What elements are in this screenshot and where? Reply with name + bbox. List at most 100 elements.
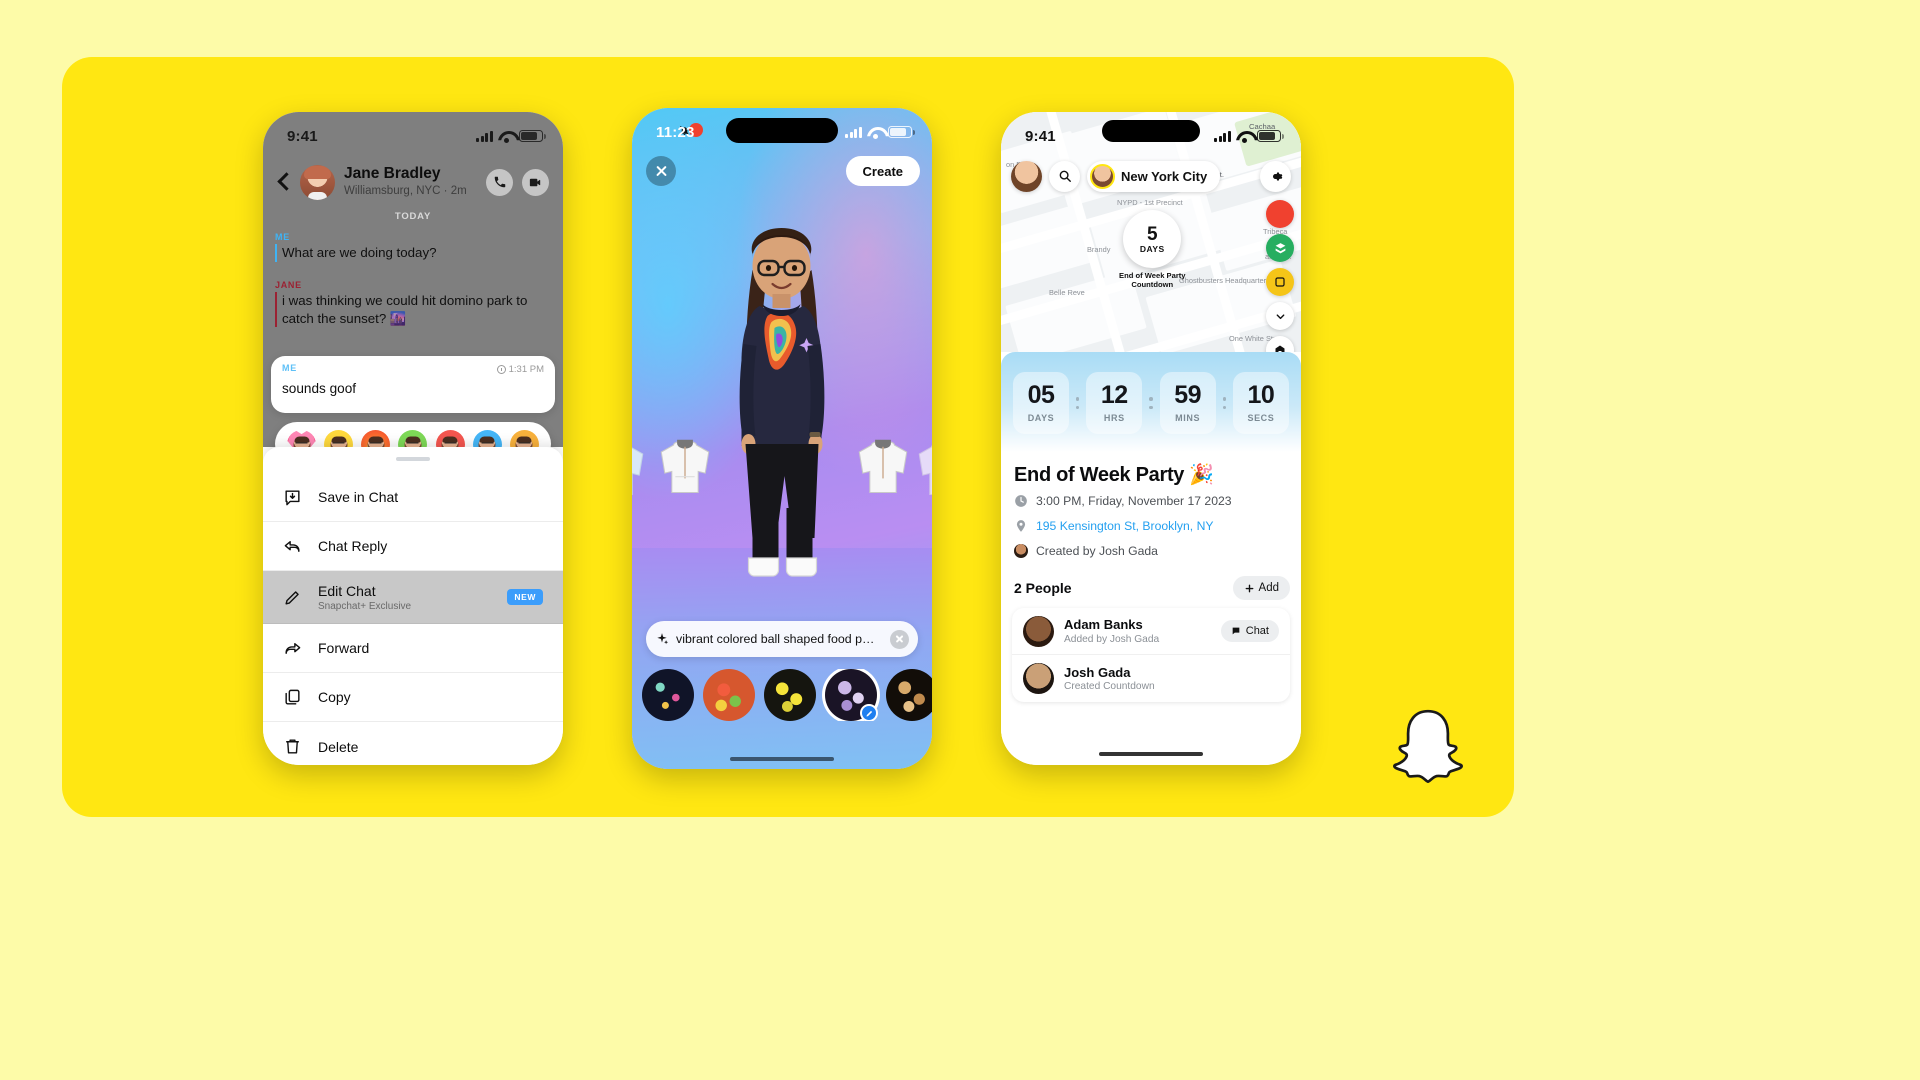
wifi-icon [867, 126, 883, 139]
map-explore-button[interactable] [1266, 268, 1294, 296]
message-sender: ME [275, 232, 290, 242]
map-layers-button[interactable] [1266, 234, 1294, 262]
hoodie-option-right[interactable] [852, 438, 914, 496]
chat-bubble-icon [1232, 627, 1240, 635]
countdown-unit: SECS [1247, 413, 1275, 423]
list-item[interactable]: Josh Gada Created Countdown [1012, 655, 1290, 702]
message-2: JANE i was thinking we could hit domino … [275, 280, 551, 328]
add-people-button[interactable]: Add [1232, 576, 1290, 600]
gear-icon[interactable] [1260, 160, 1291, 192]
profile-avatar-icon[interactable] [1011, 160, 1042, 192]
chat-contact-name: Jane Bradley [344, 165, 441, 183]
clear-icon[interactable] [890, 629, 909, 649]
chat-label: Chat [1245, 625, 1269, 637]
avatar [1023, 663, 1054, 694]
location-pin-button[interactable] [1266, 200, 1294, 228]
generated-thumb-4[interactable] [825, 669, 878, 721]
back-chevron-icon[interactable] [277, 171, 291, 193]
event-location[interactable]: 195 Kensington St, Brooklyn, NY [1036, 519, 1214, 533]
people-count: 2 People [1014, 580, 1072, 596]
forward-arrow-icon [285, 642, 301, 654]
countdown-map-marker[interactable]: 5 DAYS End of Week Party Countdown [1119, 210, 1186, 289]
wifi-icon [1236, 130, 1252, 143]
countdown-separator [1222, 397, 1227, 409]
close-icon[interactable] [646, 156, 676, 186]
thumbnail-row [642, 669, 932, 721]
menu-item-label: Copy [318, 689, 351, 705]
hoodie-option-offscreen-left[interactable] [632, 440, 650, 498]
menu-item-chat-reply[interactable]: Chat Reply [263, 522, 563, 571]
add-label: Add [1258, 582, 1279, 594]
signal-bars-icon [476, 130, 493, 142]
video-call-icon[interactable] [522, 168, 549, 196]
message-1: ME What are we doing today? [275, 232, 551, 262]
status-time: 9:41 [1025, 127, 1056, 145]
snapchat-ghost-logo [1393, 709, 1463, 784]
selected-message-card[interactable]: ME sounds goof 1:31 PM [271, 356, 555, 413]
status-time: 9:41 [287, 127, 318, 145]
countdown-value: 05 [1027, 381, 1055, 409]
pencil-icon [285, 590, 299, 605]
countdown-minutes: 59 MINS [1159, 372, 1216, 434]
generated-thumb-5[interactable] [886, 669, 932, 721]
menu-item-sublabel: Snapchat+ Exclusive [318, 600, 412, 612]
hoodie-option-left[interactable] [654, 438, 716, 496]
chat-screen: 9:41 Jane Bradley Williamsburg, NYC · 2m [263, 112, 563, 466]
create-button[interactable]: Create [845, 156, 920, 186]
menu-item-edit-chat[interactable]: Edit Chat Snapchat+ Exclusive NEW [263, 571, 563, 624]
city-avatar [1090, 163, 1115, 189]
avatar [1023, 615, 1054, 647]
map-place-button[interactable] [1266, 336, 1294, 352]
countdown-value: 12 [1100, 381, 1128, 409]
status-bar: 11:23 [632, 108, 932, 148]
battery-icon [1257, 130, 1284, 142]
chevron-down-button[interactable] [1266, 302, 1294, 330]
generated-thumb-1[interactable] [642, 669, 694, 721]
generated-thumb-3[interactable] [764, 669, 816, 721]
person-subtitle: Added by Josh Gada [1064, 633, 1160, 645]
event-creator-row: Created by Josh Gada [1014, 544, 1158, 558]
countdown-separator [1149, 397, 1153, 409]
menu-item-label: Forward [318, 640, 370, 656]
map-right-rail [1265, 200, 1295, 352]
status-time: 11:23 [656, 123, 695, 141]
countdown-days: 05 DAYS [1013, 372, 1069, 434]
menu-item-delete[interactable]: Delete [263, 722, 563, 765]
search-icon[interactable] [1049, 160, 1080, 192]
countdown-value: 59 [1174, 381, 1202, 409]
map-label: NYPD - 1st Precinct [1117, 198, 1183, 207]
bitmoji-3d-avatar[interactable] [715, 208, 850, 688]
chat-button[interactable]: Chat [1220, 620, 1279, 642]
marker-days-number: 5 [1146, 223, 1158, 245]
event-location-row[interactable]: 195 Kensington St, Brooklyn, NY [1014, 519, 1214, 533]
battery-icon [519, 130, 546, 142]
hoodie-option-offscreen-right[interactable] [912, 440, 932, 498]
menu-item-label: Save in Chat [318, 489, 399, 505]
status-bar: 9:41 [1001, 112, 1301, 152]
menu-item-copy[interactable]: Copy [263, 673, 563, 722]
battery-icon [888, 126, 915, 138]
edit-pencil-icon[interactable] [860, 704, 878, 721]
new-badge: NEW [507, 589, 543, 605]
menu-item-label: Edit Chat [318, 582, 376, 599]
phone-call-icon[interactable] [486, 168, 513, 196]
chat-contact-subtitle: Williamsburg, NYC · 2m [344, 184, 467, 197]
save-in-chat-icon [285, 489, 300, 505]
countdown-separator [1075, 397, 1080, 409]
city-pill[interactable]: New York City [1087, 160, 1221, 192]
ai-prompt-pill[interactable]: vibrant colored ball shaped food p… [646, 621, 918, 657]
phone-chat-menu: 9:41 Jane Bradley Williamsburg, NYC · 2m [263, 112, 563, 765]
city-name: New York City [1121, 168, 1208, 184]
map-label: Ghostbusters Headquarters [1179, 276, 1270, 285]
list-item[interactable]: Adam Banks Added by Josh Gada Chat [1012, 608, 1290, 655]
page-title: End of Week Party [1014, 464, 1185, 486]
generated-thumb-2[interactable] [703, 669, 755, 721]
menu-item-save-in-chat[interactable]: Save in Chat [263, 473, 563, 522]
marker-label: End of Week Party Countdown [1119, 271, 1186, 290]
menu-item-forward[interactable]: Forward [263, 624, 563, 673]
marker-days-unit: DAYS [1139, 243, 1165, 254]
avatar[interactable] [300, 164, 335, 200]
timestamp-text: 1:31 PM [508, 364, 544, 375]
message-text: What are we doing today? [275, 244, 551, 262]
map-screen[interactable]: Cachaa Beach St. on Pl. NYPD - 1st Preci… [1001, 112, 1301, 352]
